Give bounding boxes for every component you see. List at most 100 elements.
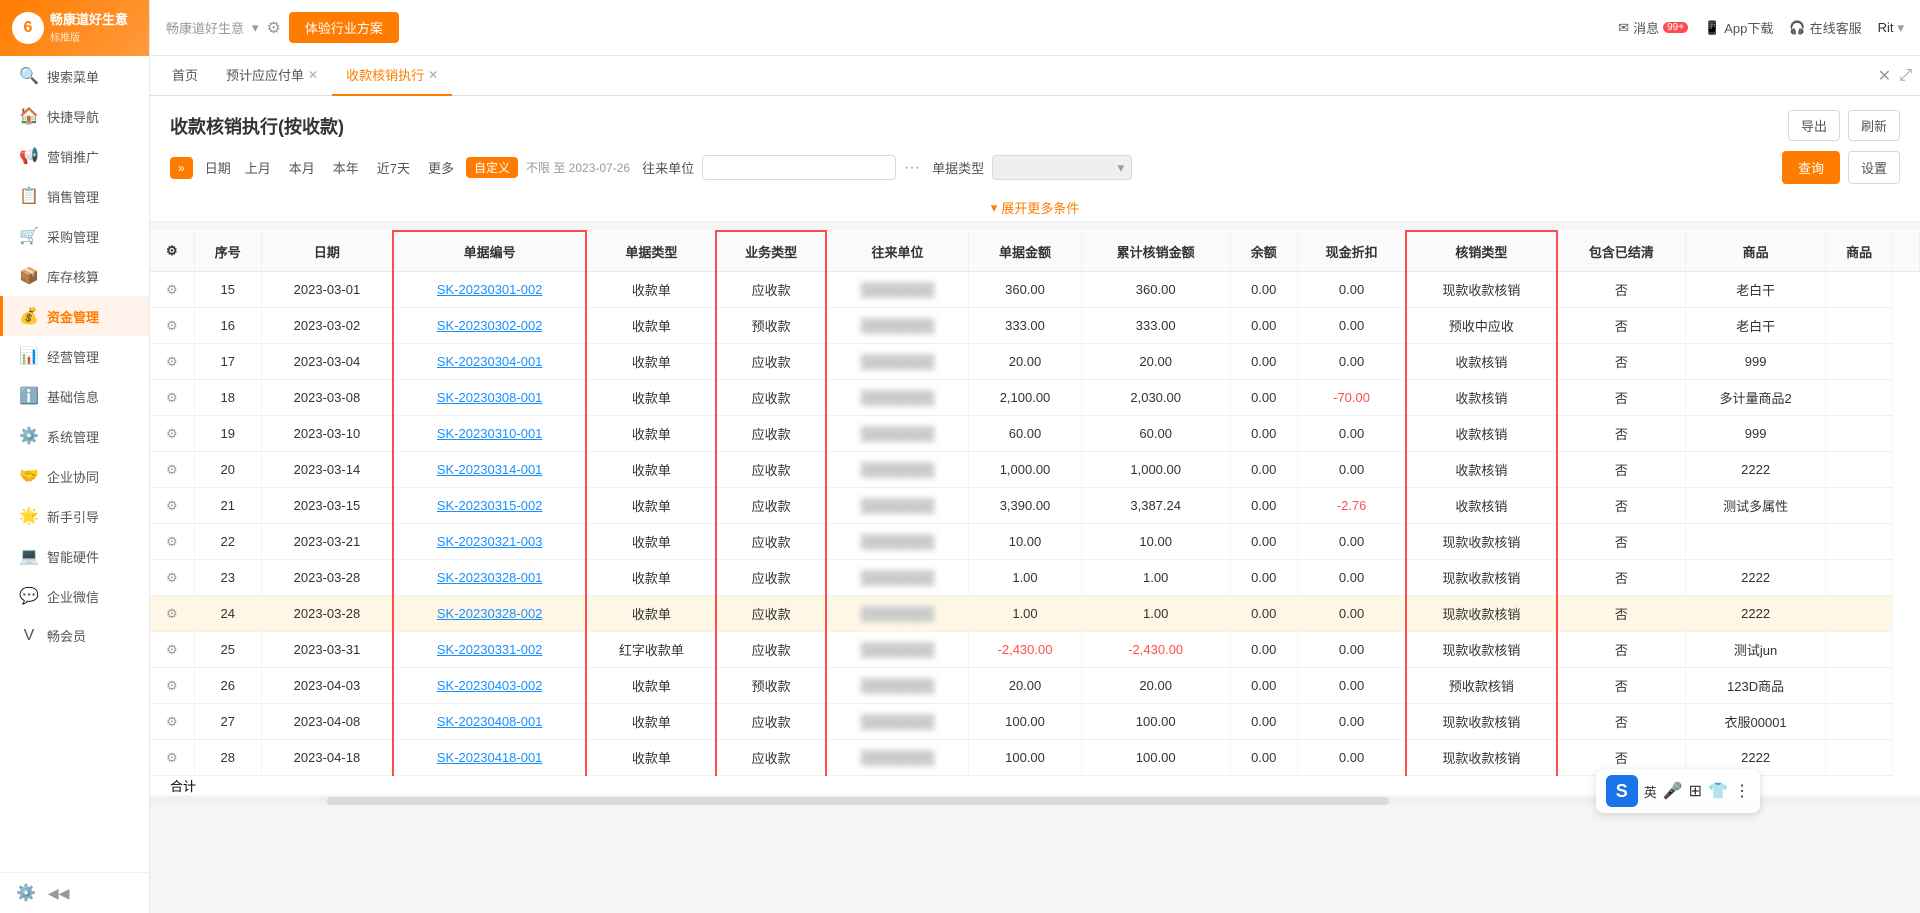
cell-bill_amount: 100.00	[969, 740, 1082, 776]
settings-btn[interactable]: ⚙	[267, 18, 281, 38]
cell-cancel_type: 收款核销	[1406, 344, 1556, 380]
cell-bill_no[interactable]: SK-20230403-002	[393, 668, 586, 704]
cell-partner: ████████	[826, 668, 969, 704]
tab-label-home: 首页	[172, 65, 198, 84]
expand-tab-btn[interactable]: ⤢	[1899, 67, 1912, 85]
row-settings-icon[interactable]: ⚙	[166, 750, 178, 765]
user-dropdown-icon: ▾	[1897, 20, 1904, 36]
cell-bill_no[interactable]: SK-20230328-002	[393, 596, 586, 632]
refresh-btn[interactable]: 刷新	[1848, 110, 1900, 141]
cell-bill_no[interactable]: SK-20230301-002	[393, 272, 586, 308]
sidebar-item-company[interactable]: 🤝企业协同	[0, 456, 149, 496]
cell-include_settled: 否	[1557, 344, 1686, 380]
grid-icon[interactable]: ⊞	[1689, 781, 1702, 801]
sidebar-item-purchase[interactable]: 🛒采购管理	[0, 216, 149, 256]
settings-icon[interactable]: ⚙️	[16, 883, 36, 903]
sidebar-item-guide[interactable]: 🌟新手引导	[0, 496, 149, 536]
billtype-select[interactable]	[992, 155, 1132, 180]
collapse-icon[interactable]: ◀◀	[48, 885, 70, 902]
table-row: ⚙242023-03-28SK-20230328-002收款单应收款██████…	[150, 596, 1920, 632]
row-settings-icon[interactable]: ⚙	[166, 606, 178, 621]
cell-bill_no[interactable]: SK-20230304-001	[393, 344, 586, 380]
date-option-上月[interactable]: 上月	[239, 156, 277, 179]
filter-expand-btn[interactable]: »	[170, 157, 193, 179]
cell-goods: 2222	[1686, 596, 1826, 632]
cell-biz_type: 应收款	[716, 596, 826, 632]
messages-item[interactable]: ✉ 消息 99+	[1618, 18, 1688, 37]
cell-balance: 0.00	[1230, 668, 1297, 704]
sidebar-item-wechat[interactable]: 💬企业微信	[0, 576, 149, 616]
cell-bill_no[interactable]: SK-20230310-001	[393, 416, 586, 452]
cell-total_cancel: 333.00	[1081, 308, 1230, 344]
date-option-更多[interactable]: 更多	[422, 156, 460, 179]
cell-bill_type: 收款单	[586, 596, 716, 632]
sidebar-item-member[interactable]: V畅会员	[0, 616, 149, 655]
close-tab-btn[interactable]: ✕	[1878, 66, 1891, 86]
sidebar-item-inventory[interactable]: 📦库存核算	[0, 256, 149, 296]
setting-btn[interactable]: 设置	[1848, 151, 1900, 184]
cell-partner: ████████	[826, 632, 969, 668]
export-btn[interactable]: 导出	[1788, 110, 1840, 141]
expand-more-btn[interactable]: ▾ 展开更多条件	[991, 198, 1080, 217]
sidebar-item-system[interactable]: ⚙️系统管理	[0, 416, 149, 456]
sidebar-item-hardware[interactable]: 💻智能硬件	[0, 536, 149, 576]
cell-cash_discount: 0.00	[1297, 416, 1406, 452]
sidebar-item-search[interactable]: 🔍搜索菜单	[0, 56, 149, 96]
cell-include_settled: 否	[1557, 380, 1686, 416]
date-option-本年[interactable]: 本年	[327, 156, 365, 179]
cell-total_cancel: 20.00	[1081, 344, 1230, 380]
query-btn[interactable]: 查询	[1782, 151, 1840, 184]
tab-close-collection[interactable]: ✕	[428, 68, 438, 82]
row-settings-icon[interactable]: ⚙	[166, 678, 178, 693]
row-settings-icon[interactable]: ⚙	[166, 534, 178, 549]
cell-bill_no[interactable]: SK-20230321-003	[393, 524, 586, 560]
row-settings-icon[interactable]: ⚙	[166, 714, 178, 729]
sidebar-item-operation[interactable]: 📊经营管理	[0, 336, 149, 376]
cell-bill_no[interactable]: SK-20230308-001	[393, 380, 586, 416]
tab-prepay[interactable]: 预计应应付单✕	[212, 56, 332, 96]
sidebar-label-guide: 新手引导	[47, 507, 99, 526]
cell-bill_no[interactable]: SK-20230328-001	[393, 560, 586, 596]
tab-collection[interactable]: 收款核销执行✕	[332, 56, 452, 96]
cell-bill_no[interactable]: SK-20230302-002	[393, 308, 586, 344]
sidebar-item-finance[interactable]: 💰资金管理	[0, 296, 149, 336]
sidebar-item-marketing[interactable]: 📢营销推广	[0, 136, 149, 176]
cell-bill_no[interactable]: SK-20230314-001	[393, 452, 586, 488]
solution-btn[interactable]: 体验行业方案	[289, 12, 399, 43]
row-settings-icon[interactable]: ⚙	[166, 498, 178, 513]
row-settings-icon[interactable]: ⚙	[166, 570, 178, 585]
row-settings-icon[interactable]: ⚙	[166, 426, 178, 441]
sidebar-item-sales[interactable]: 📋销售管理	[0, 176, 149, 216]
custom-date-btn[interactable]: 自定义	[466, 157, 518, 178]
messages-badge: 99+	[1663, 22, 1688, 33]
row-settings-icon[interactable]: ⚙	[166, 390, 178, 405]
partner-input[interactable]	[702, 155, 896, 180]
app-download-item[interactable]: 📱 App下载	[1704, 18, 1773, 37]
user-avatar[interactable]: Rit ▾	[1878, 20, 1904, 36]
cell-bill_type: 收款单	[586, 488, 716, 524]
cell-partner: ████████	[826, 380, 969, 416]
row-settings-icon[interactable]: ⚙	[166, 354, 178, 369]
messages-label: 消息	[1633, 18, 1659, 37]
page-header: 收款核销执行(按收款) 导出 刷新	[150, 96, 1920, 141]
row-settings-icon[interactable]: ⚙	[166, 282, 178, 297]
service-item[interactable]: 🎧 在线客服	[1789, 18, 1861, 37]
sidebar-item-basics[interactable]: ℹ️基础信息	[0, 376, 149, 416]
shirt-icon[interactable]: 👕	[1708, 781, 1728, 801]
more-icon[interactable]: ⋮	[1734, 781, 1750, 801]
date-option-本月[interactable]: 本月	[283, 156, 321, 179]
cell-bill_no[interactable]: SK-20230315-002	[393, 488, 586, 524]
date-option-近7天[interactable]: 近7天	[371, 156, 416, 179]
row-settings-icon[interactable]: ⚙	[166, 462, 178, 477]
tab-close-prepay[interactable]: ✕	[308, 68, 318, 82]
mic-icon[interactable]: 🎤	[1663, 781, 1683, 801]
cell-bill_no[interactable]: SK-20230408-001	[393, 704, 586, 740]
sidebar-icon-hardware: 💻	[19, 546, 39, 566]
sidebar-item-quicknav[interactable]: 🏠快捷导航	[0, 96, 149, 136]
cell-bill_no[interactable]: SK-20230418-001	[393, 740, 586, 776]
row-settings-icon[interactable]: ⚙	[166, 642, 178, 657]
tab-home[interactable]: 首页	[158, 56, 212, 96]
row-settings-icon[interactable]: ⚙	[166, 318, 178, 333]
cell-bill_no[interactable]: SK-20230331-002	[393, 632, 586, 668]
filter-dots[interactable]: ···	[904, 159, 920, 177]
